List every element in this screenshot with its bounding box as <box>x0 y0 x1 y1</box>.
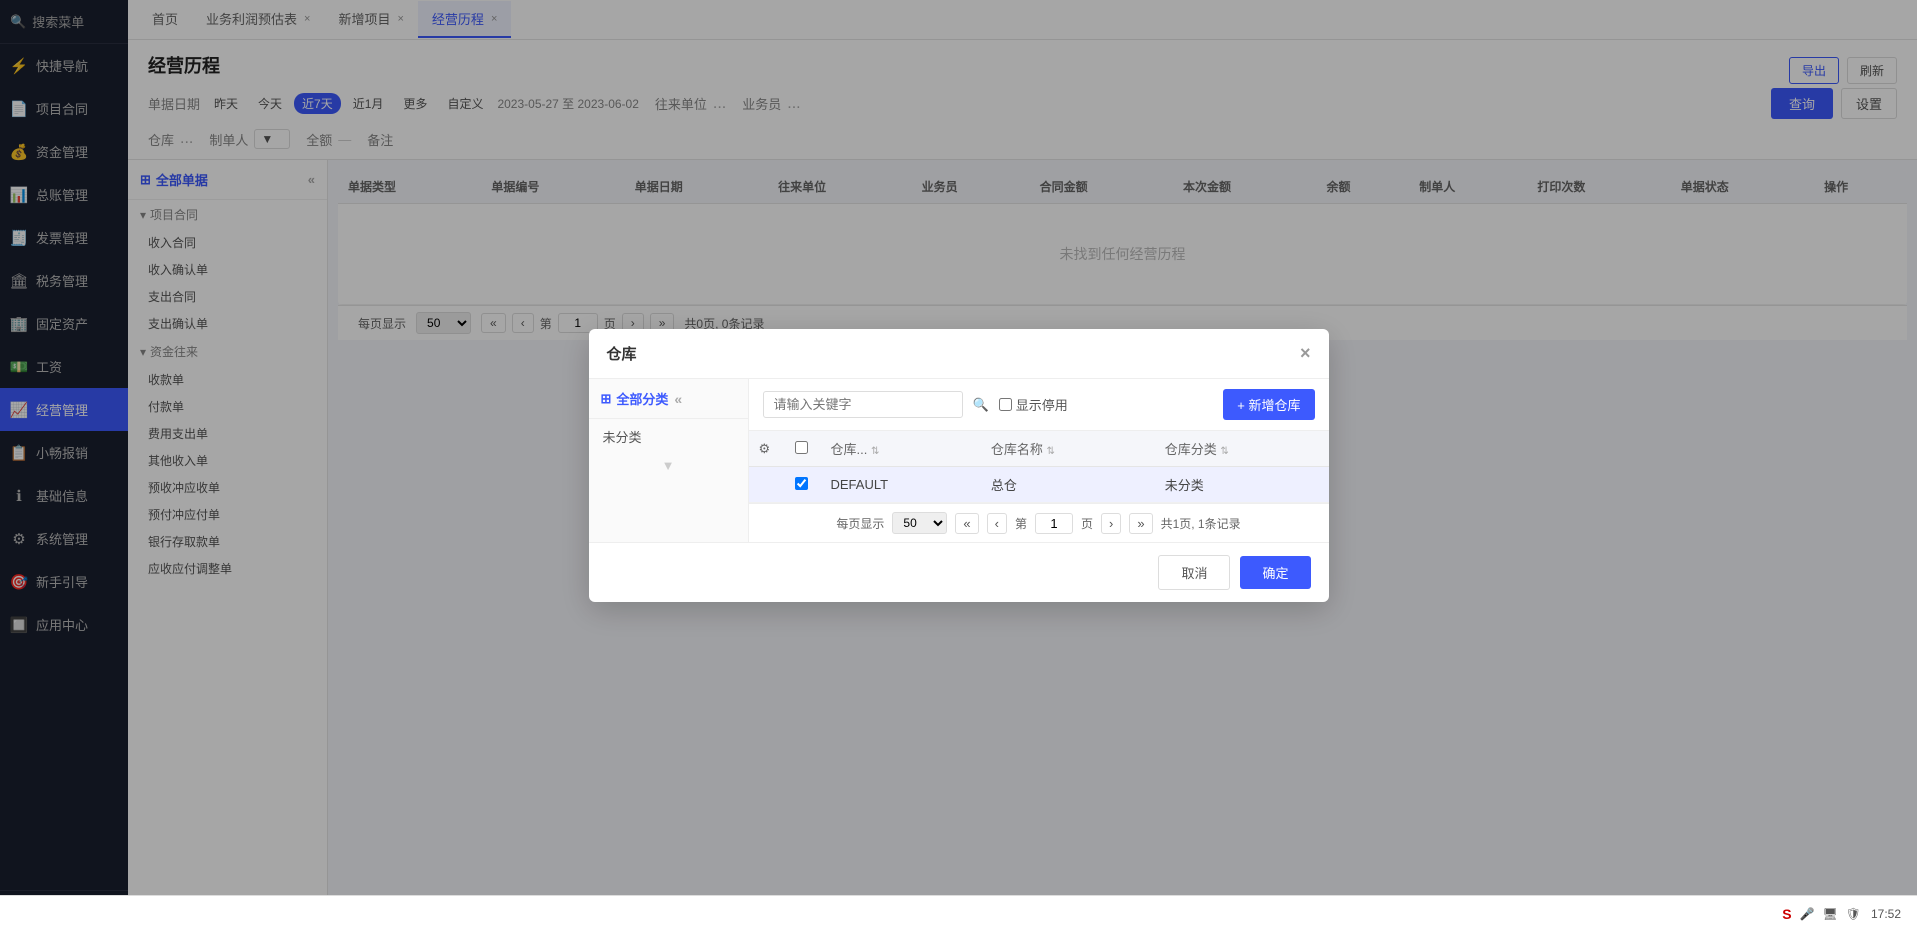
modal-table: ⚙ 仓库... ⇅ 仓库名称 ⇅ 仓库分类 ⇅ DEFAULT 总仓 未分类 <box>749 431 1329 503</box>
modal-grid-icon: ⊞ <box>601 391 612 407</box>
taskbar-icon-2: 🎤 <box>1800 907 1815 921</box>
add-warehouse-button[interactable]: + 新增仓库 <box>1223 389 1314 420</box>
select-all-checkbox[interactable] <box>795 441 808 454</box>
row-select-checkbox[interactable] <box>795 477 808 490</box>
row-category: 未分类 <box>1155 467 1329 503</box>
cancel-button[interactable]: 取消 <box>1158 555 1230 590</box>
modal-left-scroll: ▼ <box>589 454 748 477</box>
modal-th-settings: ⚙ <box>749 431 785 467</box>
modal-next-page-btn[interactable]: › <box>1101 513 1121 534</box>
modal-first-page-btn[interactable]: « <box>955 513 978 534</box>
modal-page-label: 第 <box>1015 515 1027 532</box>
taskbar: S 🎤 🖥 🛡 17:52 <box>0 895 1917 931</box>
sort-icon-code: ⇅ <box>871 446 879 457</box>
modal-search-input[interactable] <box>763 391 963 418</box>
scroll-down-icon: ▼ <box>662 458 675 473</box>
modal-th-name: 仓库名称 ⇅ <box>981 431 1155 467</box>
row-drag <box>749 467 785 503</box>
taskbar-icon-3: 🖥 <box>1823 907 1838 921</box>
modal-body: ⊞ 全部分类 « 未分类 ▼ 🔍 <box>589 379 1329 542</box>
modal-prev-page-btn[interactable]: ‹ <box>987 513 1007 534</box>
modal-table-row[interactable]: DEFAULT 总仓 未分类 <box>749 467 1329 503</box>
modal-page-input[interactable] <box>1035 513 1073 534</box>
modal-title: 仓库 <box>607 343 637 364</box>
modal-toolbar: 🔍 显示停用 + 新增仓库 <box>749 379 1329 431</box>
modal-left-header: ⊞ 全部分类 « <box>589 379 748 419</box>
sort-icon-category: ⇅ <box>1220 446 1228 457</box>
show-disabled-label[interactable]: 显示停用 <box>999 395 1068 414</box>
modal-collapse-icon[interactable]: « <box>674 391 682 407</box>
modal-overlay: 仓库 × ⊞ 全部分类 « 未分类 ▼ <box>0 0 1917 931</box>
modal-table-header-row: ⚙ 仓库... ⇅ 仓库名称 ⇅ 仓库分类 ⇅ <box>749 431 1329 467</box>
modal-right-panel: 🔍 显示停用 + 新增仓库 ⚙ 仓库... ⇅ <box>749 379 1329 542</box>
modal-th-checkbox <box>785 431 821 467</box>
warehouse-modal: 仓库 × ⊞ 全部分类 « 未分类 ▼ <box>589 329 1329 602</box>
modal-close-button[interactable]: × <box>1300 343 1311 364</box>
taskbar-icon-1: S <box>1782 906 1791 922</box>
row-code: DEFAULT <box>821 467 981 503</box>
modal-footer-bar: 每页显示 50100 « ‹ 第 页 › » 共1页, 1条记录 <box>749 503 1329 542</box>
row-name: 总仓 <box>981 467 1155 503</box>
modal-left-panel: ⊞ 全部分类 « 未分类 ▼ <box>589 379 749 542</box>
modal-uncategorized-item[interactable]: 未分类 <box>589 419 748 454</box>
taskbar-time: 17:52 <box>1871 907 1901 921</box>
modal-all-label: ⊞ 全部分类 <box>601 389 669 408</box>
modal-last-page-btn[interactable]: » <box>1129 513 1152 534</box>
settings-col-icon: ⚙ <box>759 441 771 456</box>
modal-per-page-label: 每页显示 <box>836 515 884 532</box>
modal-page-suffix: 页 <box>1081 515 1093 532</box>
show-disabled-checkbox[interactable] <box>999 398 1012 411</box>
modal-total-label: 共1页, 1条记录 <box>1161 515 1241 532</box>
warehouse-table: ⚙ 仓库... ⇅ 仓库名称 ⇅ 仓库分类 ⇅ DEFAULT 总仓 未分类 <box>749 431 1329 503</box>
modal-th-code: 仓库... ⇅ <box>821 431 981 467</box>
modal-per-page-select[interactable]: 50100 <box>892 512 947 534</box>
modal-footer-actions: 取消 确定 <box>589 542 1329 602</box>
taskbar-icon-4: 🛡 <box>1846 907 1861 921</box>
confirm-button[interactable]: 确定 <box>1240 556 1310 589</box>
modal-th-category: 仓库分类 ⇅ <box>1155 431 1329 467</box>
taskbar-icons: S 🎤 🖥 🛡 <box>1782 906 1861 922</box>
modal-search-icon: 🔍 <box>973 397 989 413</box>
sort-icon-name: ⇅ <box>1047 446 1055 457</box>
modal-header: 仓库 × <box>589 329 1329 379</box>
row-checkbox[interactable] <box>785 467 821 503</box>
